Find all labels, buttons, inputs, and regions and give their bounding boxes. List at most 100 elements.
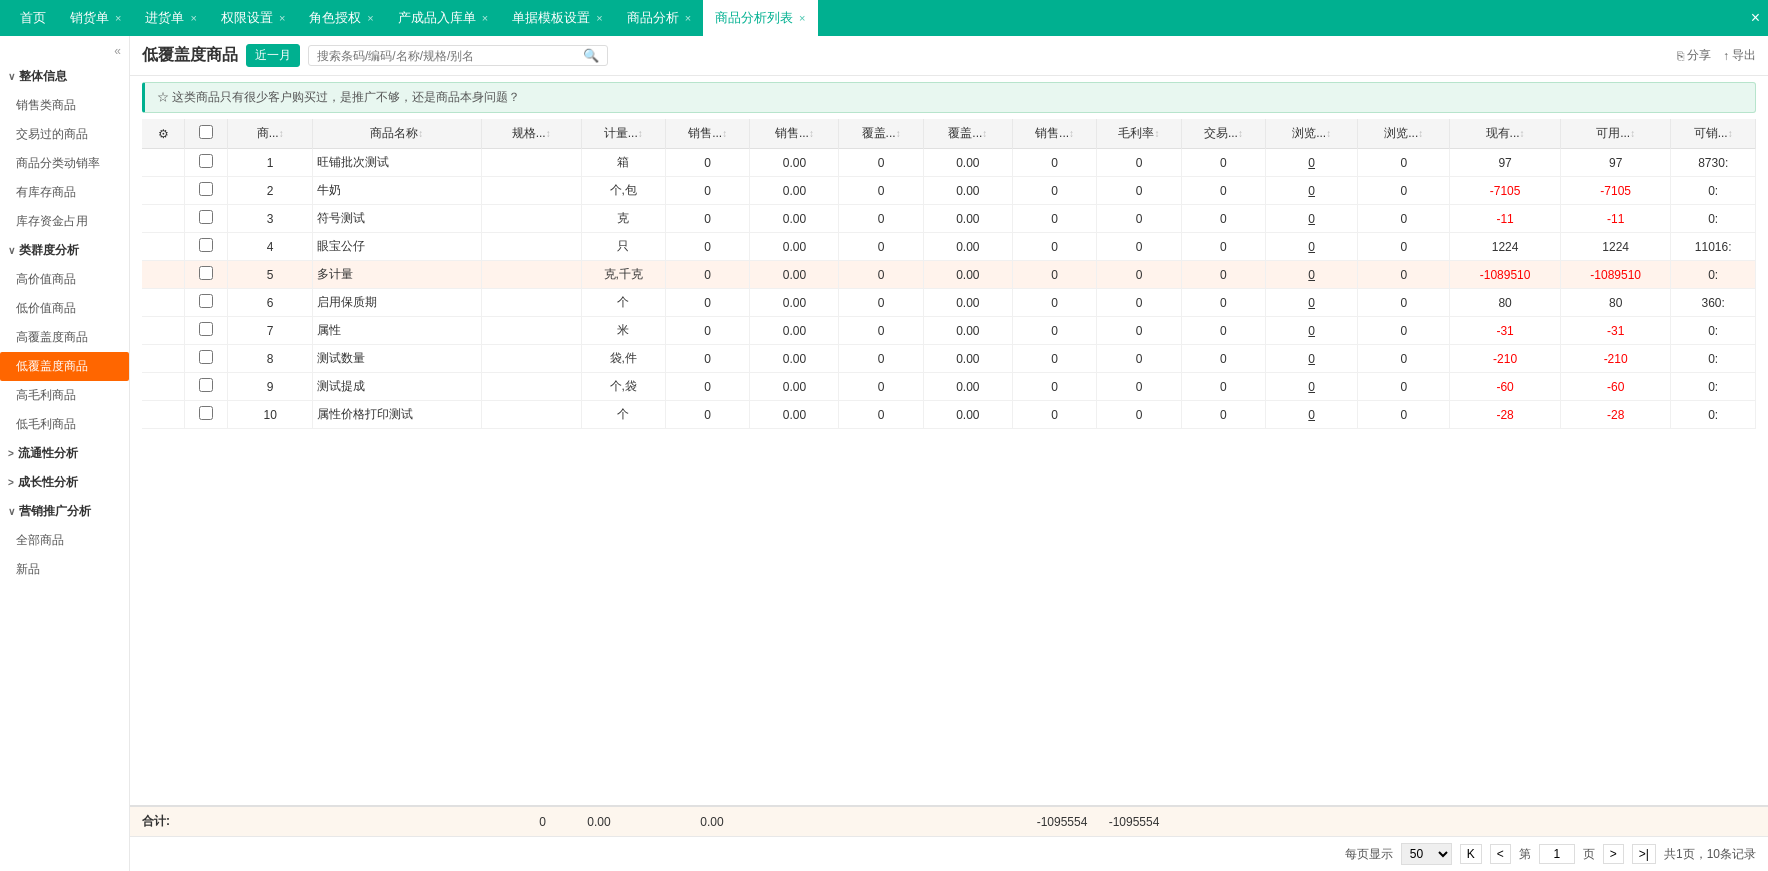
sidebar-item-交易过的商品[interactable]: 交易过的商品 xyxy=(0,120,129,149)
cell-0[interactable] xyxy=(142,177,185,205)
cell-0[interactable] xyxy=(142,233,185,261)
sidebar-item-低价值商品[interactable]: 低价值商品 xyxy=(0,294,129,323)
checkbox-column-header[interactable] xyxy=(185,119,228,149)
prev-page-button[interactable]: < xyxy=(1490,844,1511,864)
nav-tab-首页[interactable]: 首页 xyxy=(8,0,58,36)
sidebar-item-销售类商品[interactable]: 销售类商品 xyxy=(0,91,129,120)
sidebar-item-高覆盖度商品[interactable]: 高覆盖度商品 xyxy=(0,323,129,352)
sidebar-item-低覆盖度商品[interactable]: 低覆盖度商品 xyxy=(0,352,129,381)
cell-0[interactable] xyxy=(142,205,185,233)
table-container[interactable]: ⚙ 商...↕ 商品名称↕ 规格...↕ 计量...↕ 销售...↕ 销售...… xyxy=(130,119,1768,805)
cell-6: 0 xyxy=(665,177,749,205)
cell-1[interactable] xyxy=(185,233,228,261)
cell-15: -7105 xyxy=(1450,177,1561,205)
sidebar-item-商品分类动销率[interactable]: 商品分类动销率 xyxy=(0,149,129,178)
sidebar-group-流通性分析[interactable]: >流通性分析 xyxy=(0,439,129,468)
cell-1[interactable] xyxy=(185,289,228,317)
cell-0[interactable] xyxy=(142,401,185,429)
group-title-label: 营销推广分析 xyxy=(19,503,91,520)
sidebar-group-类群度分析[interactable]: ∨类群度分析 xyxy=(0,236,129,265)
cell-12: 0 xyxy=(1181,289,1265,317)
cell-0[interactable] xyxy=(142,317,185,345)
sidebar-item-全部商品[interactable]: 全部商品 xyxy=(0,526,129,555)
nav-tab-进货单[interactable]: 进货单× xyxy=(133,0,208,36)
close-tab-icon[interactable]: × xyxy=(482,0,488,36)
share-button[interactable]: ⎘ 分享 xyxy=(1677,47,1711,64)
sidebar-group-整体信息[interactable]: ∨整体信息 xyxy=(0,62,129,91)
search-input[interactable] xyxy=(317,49,583,63)
nav-tab-产成品入库单[interactable]: 产成品入库单× xyxy=(386,0,500,36)
period-button[interactable]: 近一月 xyxy=(246,44,300,67)
page-number-input[interactable] xyxy=(1539,844,1575,864)
cell-1[interactable] xyxy=(185,149,228,177)
cell-9: 0.00 xyxy=(923,401,1012,429)
cell-0[interactable] xyxy=(142,261,185,289)
sidebar-group-营销推广分析[interactable]: ∨营销推广分析 xyxy=(0,497,129,526)
content-header: 低覆盖度商品 近一月 🔍 ⎘ 分享 ↑ 导出 xyxy=(130,36,1768,76)
close-tab-icon[interactable]: × xyxy=(279,0,285,36)
cell-9: 0.00 xyxy=(923,261,1012,289)
cell-5: 克,千克 xyxy=(581,261,665,289)
close-tab-icon[interactable]: × xyxy=(685,0,691,36)
cell-0[interactable] xyxy=(142,149,185,177)
page-size-select[interactable]: 50 100 200 xyxy=(1401,843,1452,865)
sidebar-item-高毛利商品[interactable]: 高毛利商品 xyxy=(0,381,129,410)
sidebar-item-新品[interactable]: 新品 xyxy=(0,555,129,584)
last-page-button[interactable]: >| xyxy=(1632,844,1656,864)
nav-tab-商品分析[interactable]: 商品分析× xyxy=(615,0,703,36)
close-tab-icon[interactable]: × xyxy=(596,0,602,36)
close-all-button[interactable]: × xyxy=(1751,9,1760,27)
cell-1[interactable] xyxy=(185,345,228,373)
cell-4 xyxy=(481,177,581,205)
cell-17: 0: xyxy=(1671,317,1756,345)
cell-14: 0 xyxy=(1358,345,1450,373)
close-tab-icon[interactable]: × xyxy=(115,0,121,36)
cell-1[interactable] xyxy=(185,401,228,429)
cell-1[interactable] xyxy=(185,317,228,345)
close-tab-icon[interactable]: × xyxy=(190,0,196,36)
cell-11: 0 xyxy=(1097,177,1181,205)
cell-1[interactable] xyxy=(185,177,228,205)
table-row: 1旺铺批次测试箱00.0000.000000097978730: xyxy=(142,149,1756,177)
cell-1[interactable] xyxy=(185,261,228,289)
first-page-button[interactable]: K xyxy=(1460,844,1482,864)
close-tab-icon[interactable]: × xyxy=(799,0,805,36)
nav-tab-角色授权[interactable]: 角色授权× xyxy=(297,0,385,36)
cell-11: 0 xyxy=(1097,205,1181,233)
close-tab-icon[interactable]: × xyxy=(367,0,373,36)
total-current: -1095554 xyxy=(1026,815,1098,829)
nav-tab-商品分析列表[interactable]: 商品分析列表× xyxy=(703,0,817,36)
sidebar-group-成长性分析[interactable]: >成长性分析 xyxy=(0,468,129,497)
nav-tab-权限设置[interactable]: 权限设置× xyxy=(209,0,297,36)
col-header-current: 现有...↕ xyxy=(1450,119,1561,149)
export-button[interactable]: ↑ 导出 xyxy=(1723,47,1756,64)
cell-12: 0 xyxy=(1181,177,1265,205)
cell-13: 0 xyxy=(1266,261,1358,289)
cell-5: 个,包 xyxy=(581,177,665,205)
nav-tab-单据模板设置[interactable]: 单据模板设置× xyxy=(500,0,614,36)
cell-8: 0 xyxy=(839,317,923,345)
cell-3: 旺铺批次测试 xyxy=(312,149,481,177)
page-title: 低覆盖度商品 xyxy=(142,45,238,66)
group-arrow-icon: > xyxy=(8,477,14,488)
next-page-button[interactable]: > xyxy=(1603,844,1624,864)
sidebar-item-高价值商品[interactable]: 高价值商品 xyxy=(0,265,129,294)
cell-5: 个 xyxy=(581,401,665,429)
sidebar-item-有库存商品[interactable]: 有库存商品 xyxy=(0,178,129,207)
cell-3: 测试提成 xyxy=(312,373,481,401)
gear-column-header[interactable]: ⚙ xyxy=(142,119,185,149)
cell-0[interactable] xyxy=(142,345,185,373)
cell-0[interactable] xyxy=(142,373,185,401)
cell-1[interactable] xyxy=(185,373,228,401)
table-row: 7属性米00.0000.0000000-31-310: xyxy=(142,317,1756,345)
cell-0[interactable] xyxy=(142,289,185,317)
sidebar-item-库存资金占用[interactable]: 库存资金占用 xyxy=(0,207,129,236)
pagination-bar: 每页显示 50 100 200 K < 第 页 > >| 共1页，10条记录 xyxy=(130,836,1768,871)
nav-tab-销货单[interactable]: 销货单× xyxy=(58,0,133,36)
col-header-no: 商...↕ xyxy=(228,119,312,149)
sidebar-collapse-button[interactable]: « xyxy=(0,40,129,62)
sidebar-item-低毛利商品[interactable]: 低毛利商品 xyxy=(0,410,129,439)
cell-1[interactable] xyxy=(185,205,228,233)
cell-14: 0 xyxy=(1358,373,1450,401)
cell-15: -210 xyxy=(1450,345,1561,373)
